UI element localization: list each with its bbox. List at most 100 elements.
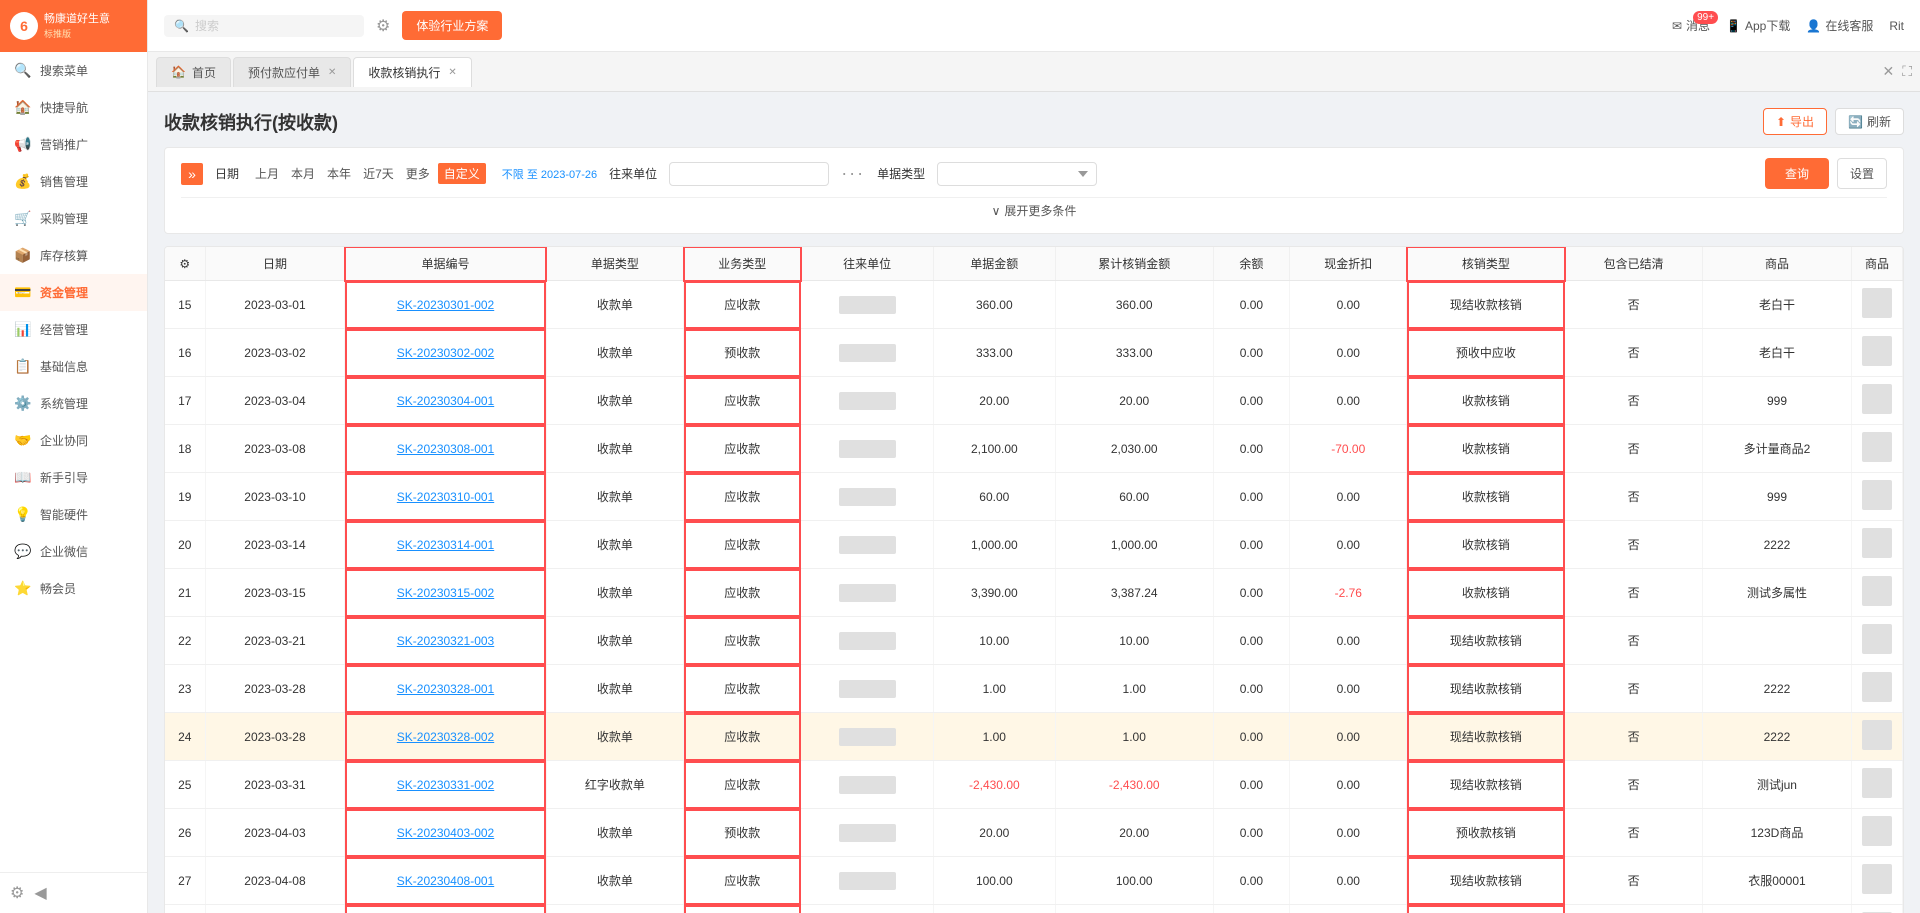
sidebar-item-inventory[interactable]: 📦 库存核算 <box>0 237 147 274</box>
receipt-type-select[interactable] <box>937 162 1097 186</box>
sidebar-item-quick-nav[interactable]: 🏠 快捷导航 <box>0 89 147 126</box>
bill-no-link[interactable]: SK-20230331-002 <box>397 778 494 792</box>
sidebar-item-label: 企业微信 <box>40 543 88 560</box>
more-date-btn[interactable]: 更多 <box>402 163 434 184</box>
user-name[interactable]: Rit <box>1889 19 1904 33</box>
row-include-settled: 否 <box>1565 905 1703 913</box>
bill-no-link[interactable]: SK-20230310-001 <box>397 490 494 504</box>
row-bill-type: 收款单 <box>546 425 684 473</box>
row-cash-discount: 0.00 <box>1290 521 1407 569</box>
bill-no-link[interactable]: SK-20230328-002 <box>397 730 494 744</box>
row-product: 老白干 <box>1702 281 1851 329</box>
row-product2 <box>1852 713 1903 761</box>
tab-close-prepayment[interactable]: ✕ <box>328 67 336 78</box>
bill-no-link[interactable]: SK-20230308-001 <box>397 442 494 456</box>
message-button[interactable]: ✉ 消息 99+ <box>1672 17 1710 34</box>
operations-icon: 📊 <box>14 321 32 338</box>
table-container: ⚙ 日期 单据编号 单据类型 业务类型 往来单位 单据金额 累计核销金额 余额 … <box>164 246 1904 913</box>
sidebar-item-finance[interactable]: 💳 资金管理 <box>0 274 147 311</box>
bill-no-link[interactable]: SK-20230304-001 <box>397 394 494 408</box>
partner-input[interactable] <box>669 162 829 186</box>
topbar-search-icon: 🔍 <box>174 19 189 33</box>
partner-filter-label: 往来单位 <box>609 165 657 182</box>
last-7days-btn[interactable]: 近7天 <box>359 163 398 184</box>
bill-no-link[interactable]: SK-20230302-002 <box>397 346 494 360</box>
sidebar-item-search[interactable]: 🔍 搜索菜单 <box>0 52 147 89</box>
col-bill-no: 单据编号 <box>345 247 546 281</box>
table-row: 27 2023-04-08 SK-20230408-001 收款单 应收款 ██… <box>165 857 1903 905</box>
row-include-settled: 否 <box>1565 281 1703 329</box>
row-cash-discount: 0.00 <box>1290 665 1407 713</box>
row-bill-type: 收款单 <box>546 665 684 713</box>
row-bill-no: SK-20230328-002 <box>345 713 546 761</box>
home-tab-icon: 🏠 <box>171 65 186 79</box>
tab-prepayment[interactable]: 预付款应付单 ✕ <box>233 57 351 87</box>
row-writeoff-type: 现结收款核销 <box>1407 281 1565 329</box>
filter-toggle-button[interactable]: » <box>181 163 203 185</box>
row-balance: 0.00 <box>1213 425 1289 473</box>
collapse-icon[interactable]: ◀ <box>34 883 46 903</box>
row-bill-type: 收款单 <box>546 329 684 377</box>
tab-home[interactable]: 🏠 首页 <box>156 57 231 87</box>
row-bill-type: 收款单 <box>546 857 684 905</box>
query-button[interactable]: 查询 <box>1765 158 1829 189</box>
last-month-btn[interactable]: 上月 <box>251 163 283 184</box>
row-date: 2023-03-14 <box>205 521 345 569</box>
sidebar-item-purchase[interactable]: 🛒 采购管理 <box>0 200 147 237</box>
topbar-search-box[interactable]: 🔍 <box>164 15 364 37</box>
sidebar-item-newbie[interactable]: 📖 新手引导 <box>0 459 147 496</box>
bill-no-link[interactable]: SK-20230403-002 <box>397 826 494 840</box>
row-date: 2023-03-28 <box>205 713 345 761</box>
filter-bar: » 日期 上月 本月 本年 近7天 更多 自定义 不限 至 2023-07-26… <box>164 147 1904 234</box>
page-title: 收款核销执行(按收款) <box>164 109 338 135</box>
export-button[interactable]: ⬆ 导出 <box>1763 108 1827 135</box>
bill-no-link[interactable]: SK-20230315-002 <box>397 586 494 600</box>
bill-no-link[interactable]: SK-20230408-001 <box>397 874 494 888</box>
bill-no-link[interactable]: SK-20230321-003 <box>397 634 494 648</box>
bill-no-link[interactable]: SK-20230314-001 <box>397 538 494 552</box>
refresh-button[interactable]: 🔄 刷新 <box>1835 108 1904 135</box>
row-cash-discount: 0.00 <box>1290 473 1407 521</box>
tab-close-collection[interactable]: ✕ <box>448 67 456 78</box>
online-service-button[interactable]: 👤 在线客服 <box>1806 17 1873 34</box>
sidebar-item-system[interactable]: ⚙️ 系统管理 <box>0 385 147 422</box>
bill-no-link[interactable]: SK-20230328-001 <box>397 682 494 696</box>
topbar-gear-icon[interactable]: ⚙ <box>376 16 390 36</box>
row-writeoff-amount: 2,030.00 <box>1055 425 1213 473</box>
solution-button[interactable]: 体验行业方案 <box>402 11 502 40</box>
sidebar-item-enterprise-wx[interactable]: 💬 企业微信 <box>0 533 147 570</box>
sidebar-item-basic-info[interactable]: 📋 基础信息 <box>0 348 147 385</box>
app-download-button[interactable]: 📱 App下载 <box>1726 17 1790 34</box>
sidebar-item-operations[interactable]: 📊 经营管理 <box>0 311 147 348</box>
row-cash-discount: -70.00 <box>1290 425 1407 473</box>
settings-icon[interactable]: ⚙ <box>10 883 24 903</box>
filter-settings-button[interactable]: 设置 <box>1837 158 1887 189</box>
expand-down-icon: ∨ <box>992 204 1001 218</box>
row-amount: 20.00 <box>933 377 1055 425</box>
row-product2 <box>1852 617 1903 665</box>
basic-info-icon: 📋 <box>14 358 32 375</box>
sidebar-item-sales[interactable]: 💰 销售管理 <box>0 163 147 200</box>
row-biz-type: 应收款 <box>684 857 801 905</box>
row-product: 2222 <box>1702 521 1851 569</box>
row-product2 <box>1852 281 1903 329</box>
tab-maximize-icon[interactable]: ⛶ <box>1902 63 1912 80</box>
topbar-search-input[interactable] <box>195 19 335 33</box>
tab-close-all-icon[interactable]: ✕ <box>1882 63 1894 80</box>
custom-date-btn[interactable]: 自定义 <box>438 163 486 184</box>
row-partner: ██ <box>801 665 934 713</box>
this-year-btn[interactable]: 本年 <box>323 163 355 184</box>
sidebar-item-enterprise-coop[interactable]: 🤝 企业协同 <box>0 422 147 459</box>
finance-icon: 💳 <box>14 284 32 301</box>
tab-collection-writeoff[interactable]: 收款核销执行 ✕ <box>353 57 471 87</box>
bill-no-link[interactable]: SK-20230301-002 <box>397 298 494 312</box>
col-settings[interactable]: ⚙ <box>165 247 205 281</box>
sidebar-item-marketing[interactable]: 📢 营销推广 <box>0 126 147 163</box>
date-filter-label: 日期 <box>215 165 239 182</box>
filter-expand[interactable]: ∨ 展开更多条件 <box>181 197 1887 223</box>
this-month-btn[interactable]: 本月 <box>287 163 319 184</box>
sidebar-item-smart-hw[interactable]: 💡 智能硬件 <box>0 496 147 533</box>
sidebar-item-member[interactable]: ⭐ 畅会员 <box>0 570 147 607</box>
table-settings-icon[interactable]: ⚙ <box>179 257 190 271</box>
row-cash-discount: 0.00 <box>1290 329 1407 377</box>
